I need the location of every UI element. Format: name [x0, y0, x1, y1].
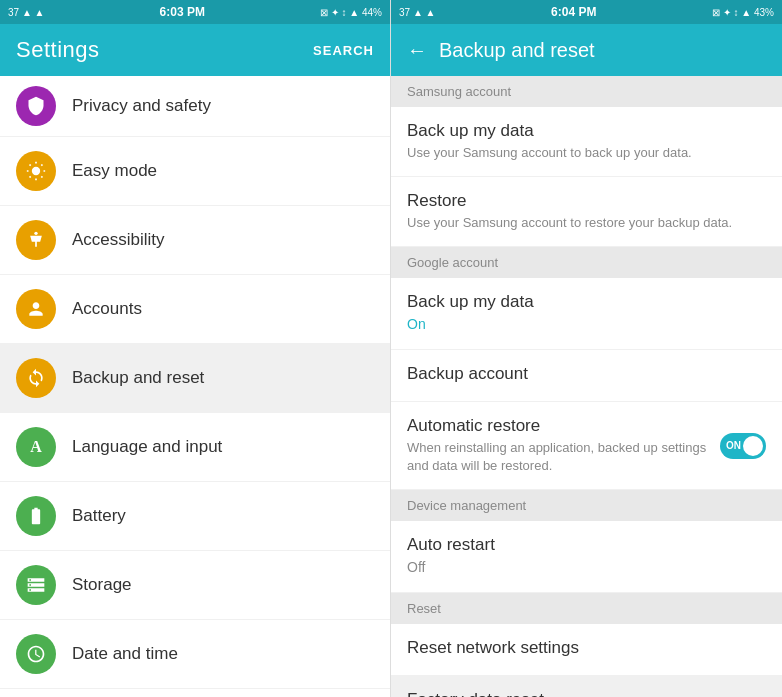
left-status-time: 6:03 PM — [160, 5, 205, 19]
back-up-google-item[interactable]: Back up my data On — [391, 278, 782, 350]
auto-restart-title: Auto restart — [407, 535, 766, 555]
settings-list: Privacy and safety Easy mode Accessibili… — [0, 76, 390, 697]
sidebar-item-privacy[interactable]: Privacy and safety — [0, 76, 390, 137]
sidebar-item-battery[interactable]: Battery — [0, 482, 390, 551]
svg-point-0 — [32, 167, 40, 175]
easy-mode-icon — [16, 151, 56, 191]
auto-restart-status: Off — [407, 558, 766, 578]
language-icon: A — [16, 427, 56, 467]
sidebar-item-accessibility[interactable]: Accessibility — [0, 206, 390, 275]
back-up-google-title: Back up my data — [407, 292, 766, 312]
left-status-bar: 37 ▲ ▲ 6:03 PM ⊠ ✦ ↕ ▲ 44% — [0, 0, 390, 24]
sidebar-item-help[interactable]: ? Help — [0, 689, 390, 697]
factory-reset-title: Factory data reset — [407, 690, 766, 697]
restore-samsung-subtitle: Use your Samsung account to restore your… — [407, 214, 766, 232]
sidebar-item-accounts[interactable]: Accounts — [0, 275, 390, 344]
date-time-icon — [16, 634, 56, 674]
sidebar-item-accounts-label: Accounts — [72, 299, 142, 319]
sidebar-item-date-time[interactable]: Date and time — [0, 620, 390, 689]
sidebar-item-privacy-label: Privacy and safety — [72, 96, 211, 116]
reset-section-header: Reset — [391, 593, 782, 624]
left-panel: 37 ▲ ▲ 6:03 PM ⊠ ✦ ↕ ▲ 44% Settings SEAR… — [0, 0, 391, 697]
right-status-left-icons: 37 ▲ ▲ — [399, 7, 435, 18]
storage-icon — [16, 565, 56, 605]
toggle-knob — [743, 436, 763, 456]
backup-account-item[interactable]: Backup account — [391, 350, 782, 402]
backup-reset-content: Samsung account Back up my data Use your… — [391, 76, 782, 697]
auto-restore-toggle[interactable]: ON — [720, 433, 766, 459]
sidebar-item-backup[interactable]: Backup and reset — [0, 344, 390, 413]
restore-samsung-title: Restore — [407, 191, 766, 211]
right-status-right-icons: ⊠ ✦ ↕ ▲ 43% — [712, 7, 774, 18]
backup-icon — [16, 358, 56, 398]
accounts-icon — [16, 289, 56, 329]
svg-point-1 — [34, 232, 37, 235]
battery-icon — [16, 496, 56, 536]
back-up-samsung-title: Back up my data — [407, 121, 766, 141]
privacy-icon — [16, 86, 56, 126]
sidebar-item-battery-label: Battery — [72, 506, 126, 526]
sidebar-item-storage-label: Storage — [72, 575, 132, 595]
restore-samsung-item[interactable]: Restore Use your Samsung account to rest… — [391, 177, 782, 247]
accessibility-icon — [16, 220, 56, 260]
left-status-right-icons: ⊠ ✦ ↕ ▲ 44% — [320, 7, 382, 18]
auto-restore-subtitle: When reinstalling an application, backed… — [407, 439, 710, 475]
toggle-on-label: ON — [726, 440, 741, 451]
factory-reset-item[interactable]: Factory data reset — [391, 676, 782, 697]
sidebar-item-storage[interactable]: Storage — [0, 551, 390, 620]
back-up-google-status: On — [407, 315, 766, 335]
sidebar-item-backup-label: Backup and reset — [72, 368, 204, 388]
auto-restore-title: Automatic restore — [407, 416, 710, 436]
sidebar-item-easy-mode[interactable]: Easy mode — [0, 137, 390, 206]
sidebar-item-language-label: Language and input — [72, 437, 222, 457]
sidebar-item-accessibility-label: Accessibility — [72, 230, 165, 250]
right-status-time: 6:04 PM — [551, 5, 596, 19]
samsung-account-header: Samsung account — [391, 76, 782, 107]
left-header: Settings SEARCH — [0, 24, 390, 76]
sidebar-item-date-time-label: Date and time — [72, 644, 178, 664]
back-up-samsung-item[interactable]: Back up my data Use your Samsung account… — [391, 107, 782, 177]
sidebar-item-language[interactable]: A Language and input — [0, 413, 390, 482]
right-header: ← Backup and reset — [391, 24, 782, 76]
back-button[interactable]: ← — [407, 39, 427, 62]
sidebar-item-easy-mode-label: Easy mode — [72, 161, 157, 181]
backup-account-title: Backup account — [407, 364, 766, 384]
google-account-header: Google account — [391, 247, 782, 278]
back-up-samsung-subtitle: Use your Samsung account to back up your… — [407, 144, 766, 162]
auto-restore-item[interactable]: Automatic restore When reinstalling an a… — [391, 402, 782, 490]
auto-restart-item[interactable]: Auto restart Off — [391, 521, 782, 593]
search-button[interactable]: SEARCH — [313, 43, 374, 58]
backup-reset-title: Backup and reset — [439, 39, 595, 62]
device-management-header: Device management — [391, 490, 782, 521]
reset-network-item[interactable]: Reset network settings — [391, 624, 782, 676]
settings-title: Settings — [16, 37, 100, 63]
right-status-bar: 37 ▲ ▲ 6:04 PM ⊠ ✦ ↕ ▲ 43% — [391, 0, 782, 24]
reset-network-title: Reset network settings — [407, 638, 766, 658]
right-panel: 37 ▲ ▲ 6:04 PM ⊠ ✦ ↕ ▲ 43% ← Backup and … — [391, 0, 782, 697]
left-status-left-icons: 37 ▲ ▲ — [8, 7, 44, 18]
